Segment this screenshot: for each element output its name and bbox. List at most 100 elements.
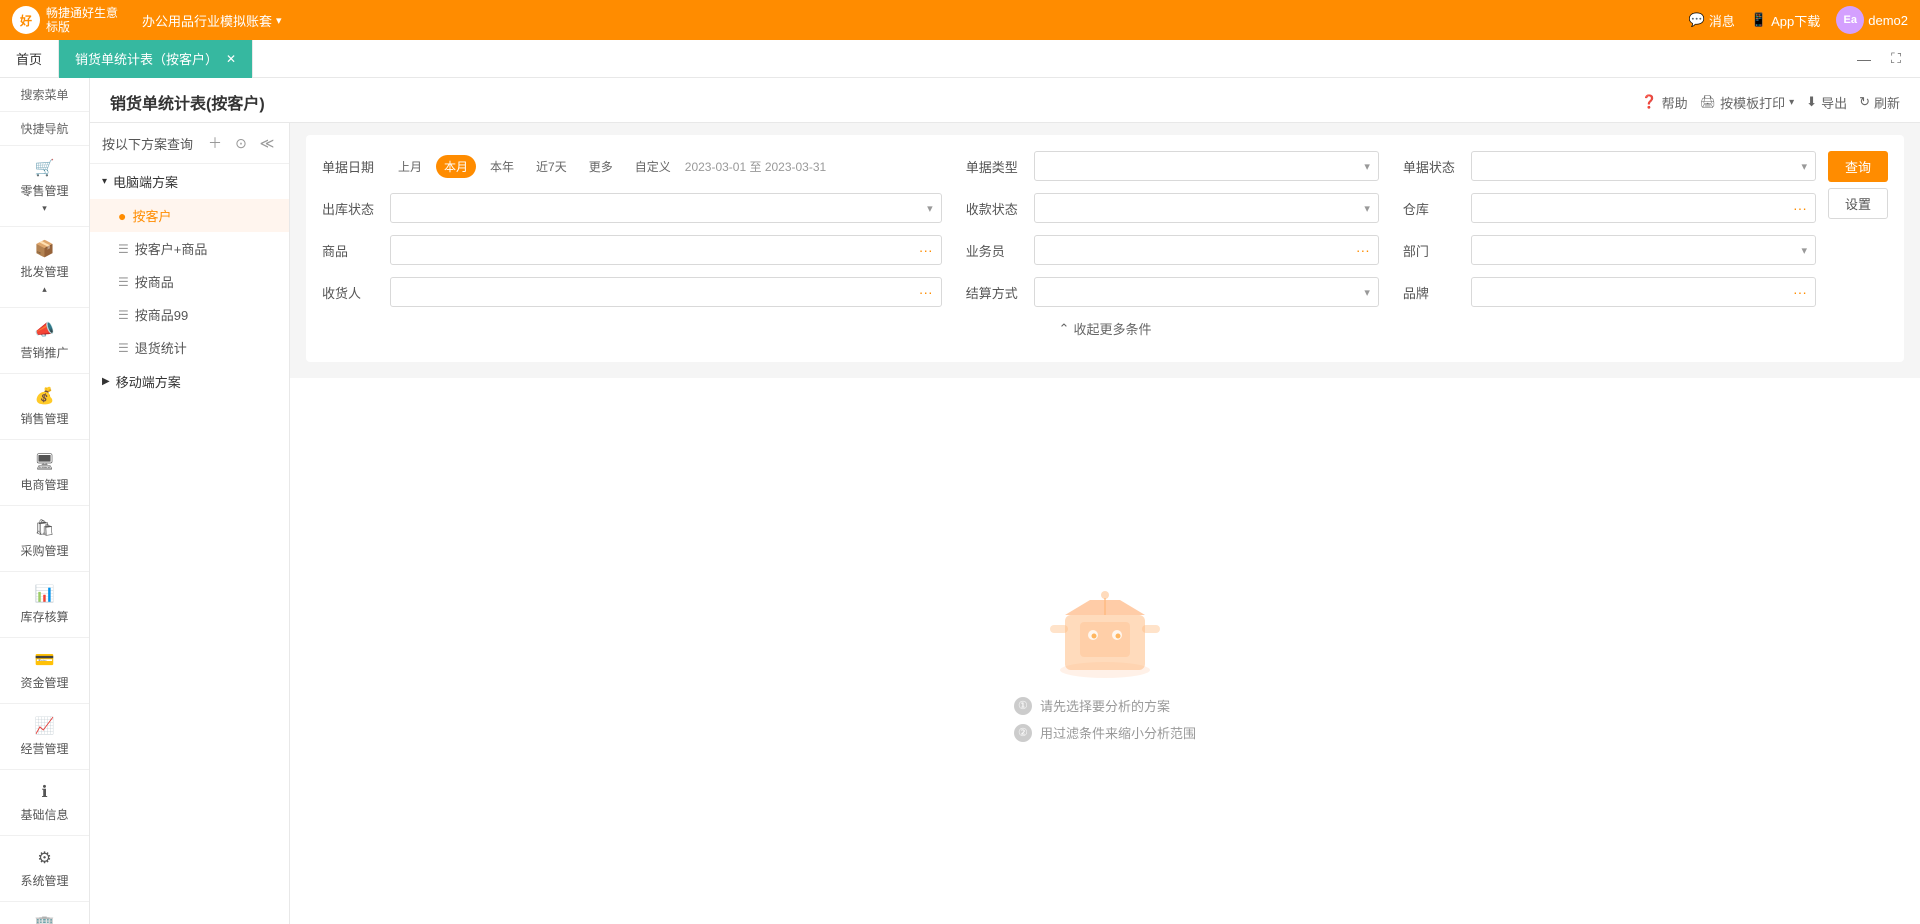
settings-button[interactable]: 设置 <box>1828 188 1888 219</box>
message-icon: 💬 <box>1689 12 1705 28</box>
payment-status-chevron-icon: ▾ <box>1364 202 1370 215</box>
help-button[interactable]: ❓ 帮助 <box>1641 93 1687 112</box>
marketing-icon: 📣 <box>35 320 55 340</box>
page-actions: ❓ 帮助 🖨 按模板打印 ▾ ⬇ 导出 ↻ 刷新 <box>1641 93 1900 112</box>
collapse-button[interactable]: ⌃ 收起更多条件 <box>322 311 1888 346</box>
print-dropdown-icon: ▾ <box>1789 97 1794 108</box>
ship-status-filter-cell: 出库状态 ▾ <box>322 193 942 223</box>
right-panel: 单据日期 上月 本月 本年 近7天 更多 自定义 <box>290 123 1920 924</box>
scheme-item-by-goods[interactable]: ☰ 按商品 <box>90 265 289 298</box>
dropdown-arrow-icon[interactable]: ▾ <box>276 14 282 27</box>
sidebar-item-purchase[interactable]: 🛍 采购管理 <box>0 506 89 572</box>
date-btn-this-year[interactable]: 本年 <box>482 155 522 178</box>
warehouse-dots-icon: ··· <box>1793 200 1807 216</box>
system-icon: ⚙ <box>37 848 51 868</box>
date-btn-this-month[interactable]: 本月 <box>436 155 476 178</box>
payment-method-select[interactable]: ▾ <box>1034 277 1379 307</box>
sidebar-item-finance[interactable]: 💳 资金管理 <box>0 638 89 704</box>
scheme-group-desktop-title[interactable]: ▾ 电脑端方案 <box>90 164 289 199</box>
goods-select[interactable]: ··· <box>390 235 942 265</box>
staff-filter-cell: 业务员 ··· <box>966 235 1379 265</box>
doc-type-select[interactable]: ▾ <box>1034 151 1379 181</box>
warehouse-select[interactable]: ··· <box>1471 193 1816 223</box>
sidebar-item-inventory[interactable]: 📊 库存核算 <box>0 572 89 638</box>
filter-row-1: 单据日期 上月 本月 本年 近7天 更多 自定义 <box>322 151 1816 181</box>
doc-status-filter-cell: 单据状态 ▾ <box>1403 151 1816 181</box>
top-bar-right: 💬 消息 📱 App下载 Ea demo2 <box>1689 6 1908 34</box>
scheme-group-desktop: ▾ 电脑端方案 ● 按客户 ☰ 按客户+商品 ☰ <box>90 164 289 364</box>
dept-chevron-icon: ▾ <box>1801 244 1807 257</box>
print-button[interactable]: 🖨 按模板打印 ▾ <box>1700 93 1795 112</box>
tab-maximize-button[interactable]: ⛶ <box>1884 47 1908 71</box>
ship-status-select[interactable]: ▾ <box>390 193 942 223</box>
filter-content-wrap: 单据日期 上月 本月 本年 近7天 更多 自定义 <box>322 151 1888 311</box>
recipient-select[interactable]: ··· <box>390 277 942 307</box>
date-btn-last-month[interactable]: 上月 <box>390 155 430 178</box>
sidebar-item-quick-nav[interactable]: 快捷导航 <box>0 112 89 146</box>
sidebar-item-system[interactable]: ⚙ 系统管理 <box>0 836 89 902</box>
user-menu[interactable]: Ea demo2 <box>1836 6 1908 34</box>
empty-state: ① 请先选择要分析的方案 ② 用过滤条件来缩小分析范围 <box>290 378 1920 924</box>
date-btn-more[interactable]: 更多 <box>581 155 621 178</box>
sidebar-item-wholesale[interactable]: 📦 批发管理 ▴ <box>0 227 89 308</box>
by-customer-icon: ● <box>118 208 126 224</box>
sidebar-item-operations[interactable]: 📈 经营管理 <box>0 704 89 770</box>
empty-svg <box>1035 560 1175 680</box>
brand-select[interactable]: ··· <box>1471 277 1816 307</box>
date-btn-custom[interactable]: 自定义 <box>627 155 679 178</box>
doc-status-select[interactable]: ▾ <box>1471 151 1816 181</box>
date-filter: 上月 本月 本年 近7天 更多 自定义 2023-03-01 至 2023-03… <box>390 155 942 178</box>
tab-bar: 首页 销货单统计表（按客户） ✕ — ⛶ <box>0 40 1920 78</box>
query-buttons: 查询 设置 <box>1828 151 1888 219</box>
sidebar-item-sales[interactable]: 💰 销售管理 <box>0 374 89 440</box>
by-goods-99-icon: ☰ <box>118 308 129 322</box>
ecommerce-icon: 🖥 <box>34 452 54 472</box>
scheme-item-by-goods-99[interactable]: ☰ 按商品99 <box>90 298 289 331</box>
scheme-header: 按以下方案查询 ＋ ⊙ ≪ <box>90 123 289 164</box>
tab-minimize-button[interactable]: — <box>1852 47 1876 71</box>
scheme-add-button[interactable]: ＋ <box>205 133 225 153</box>
tab-home[interactable]: 首页 <box>0 40 59 78</box>
scheme-group-mobile-title[interactable]: ▶ 移动端方案 <box>90 364 289 399</box>
app-download-button[interactable]: 📱 App下载 <box>1751 11 1820 30</box>
scheme-settings-button[interactable]: ⊙ <box>231 133 251 153</box>
sidebar-item-basic[interactable]: ℹ 基础信息 <box>0 770 89 836</box>
by-goods-icon: ☰ <box>118 275 129 289</box>
sidebar-item-search[interactable]: 搜索菜单 <box>0 78 89 112</box>
basic-icon: ℹ <box>41 782 47 802</box>
wholesale-icon: 📦 <box>35 239 55 259</box>
doc-type-filter-cell: 单据类型 ▾ <box>966 151 1379 181</box>
export-button[interactable]: ⬇ 导出 <box>1806 93 1847 112</box>
scheme-item-by-customer[interactable]: ● 按客户 <box>90 199 289 232</box>
staff-select[interactable]: ··· <box>1034 235 1379 265</box>
scheme-header-actions: ＋ ⊙ ≪ <box>205 133 277 153</box>
payment-status-select[interactable]: ▾ <box>1034 193 1379 223</box>
dept-select[interactable]: ▾ <box>1471 235 1816 265</box>
scheme-group-mobile: ▶ 移动端方案 <box>90 364 289 399</box>
query-button[interactable]: 查询 <box>1828 151 1888 182</box>
enterprise-icon: 🏢 <box>35 914 55 924</box>
goods-dots-icon: ··· <box>919 242 933 258</box>
filter-area: 单据日期 上月 本月 本年 近7天 更多 自定义 <box>290 123 1920 374</box>
scheme-item-return-stat[interactable]: ☰ 退货统计 <box>90 331 289 364</box>
date-btn-last-7[interactable]: 近7天 <box>528 155 575 178</box>
page-body: 按以下方案查询 ＋ ⊙ ≪ ▾ 电脑端方案 <box>90 123 1920 924</box>
scheme-collapse-button[interactable]: ≪ <box>257 133 277 153</box>
tab-close-icon[interactable]: ✕ <box>226 52 236 66</box>
page-header: 销货单统计表(按客户) ❓ 帮助 🖨 按模板打印 ▾ ⬇ 导出 <box>90 78 1920 123</box>
refresh-button[interactable]: ↻ 刷新 <box>1859 93 1900 112</box>
purchase-icon: 🛍 <box>34 518 54 538</box>
sidebar-item-enterprise[interactable]: 🏢 企业协同 <box>0 902 89 924</box>
scheme-item-by-customer-goods[interactable]: ☰ 按客户+商品 <box>90 232 289 265</box>
sidebar-item-marketing[interactable]: 📣 营销推广 <box>0 308 89 374</box>
top-bar-left: 好 畅捷通好生意 标版 办公用品行业模拟账套 ▾ <box>12 6 282 35</box>
sidebar-item-retail[interactable]: 🛒 零售管理 ▾ <box>0 146 89 227</box>
logo-area: 好 畅捷通好生意 标版 <box>12 6 118 35</box>
tab-sales-stat[interactable]: 销货单统计表（按客户） ✕ <box>59 40 253 78</box>
collapse-icon: ⌃ <box>1059 321 1070 337</box>
sidebar-item-ecommerce[interactable]: 🖥 电商管理 <box>0 440 89 506</box>
recipient-dots-icon: ··· <box>919 284 933 300</box>
sales-icon: 💰 <box>35 386 55 406</box>
message-button[interactable]: 💬 消息 <box>1689 11 1735 30</box>
app-title[interactable]: 办公用品行业模拟账套 ▾ <box>142 11 282 30</box>
